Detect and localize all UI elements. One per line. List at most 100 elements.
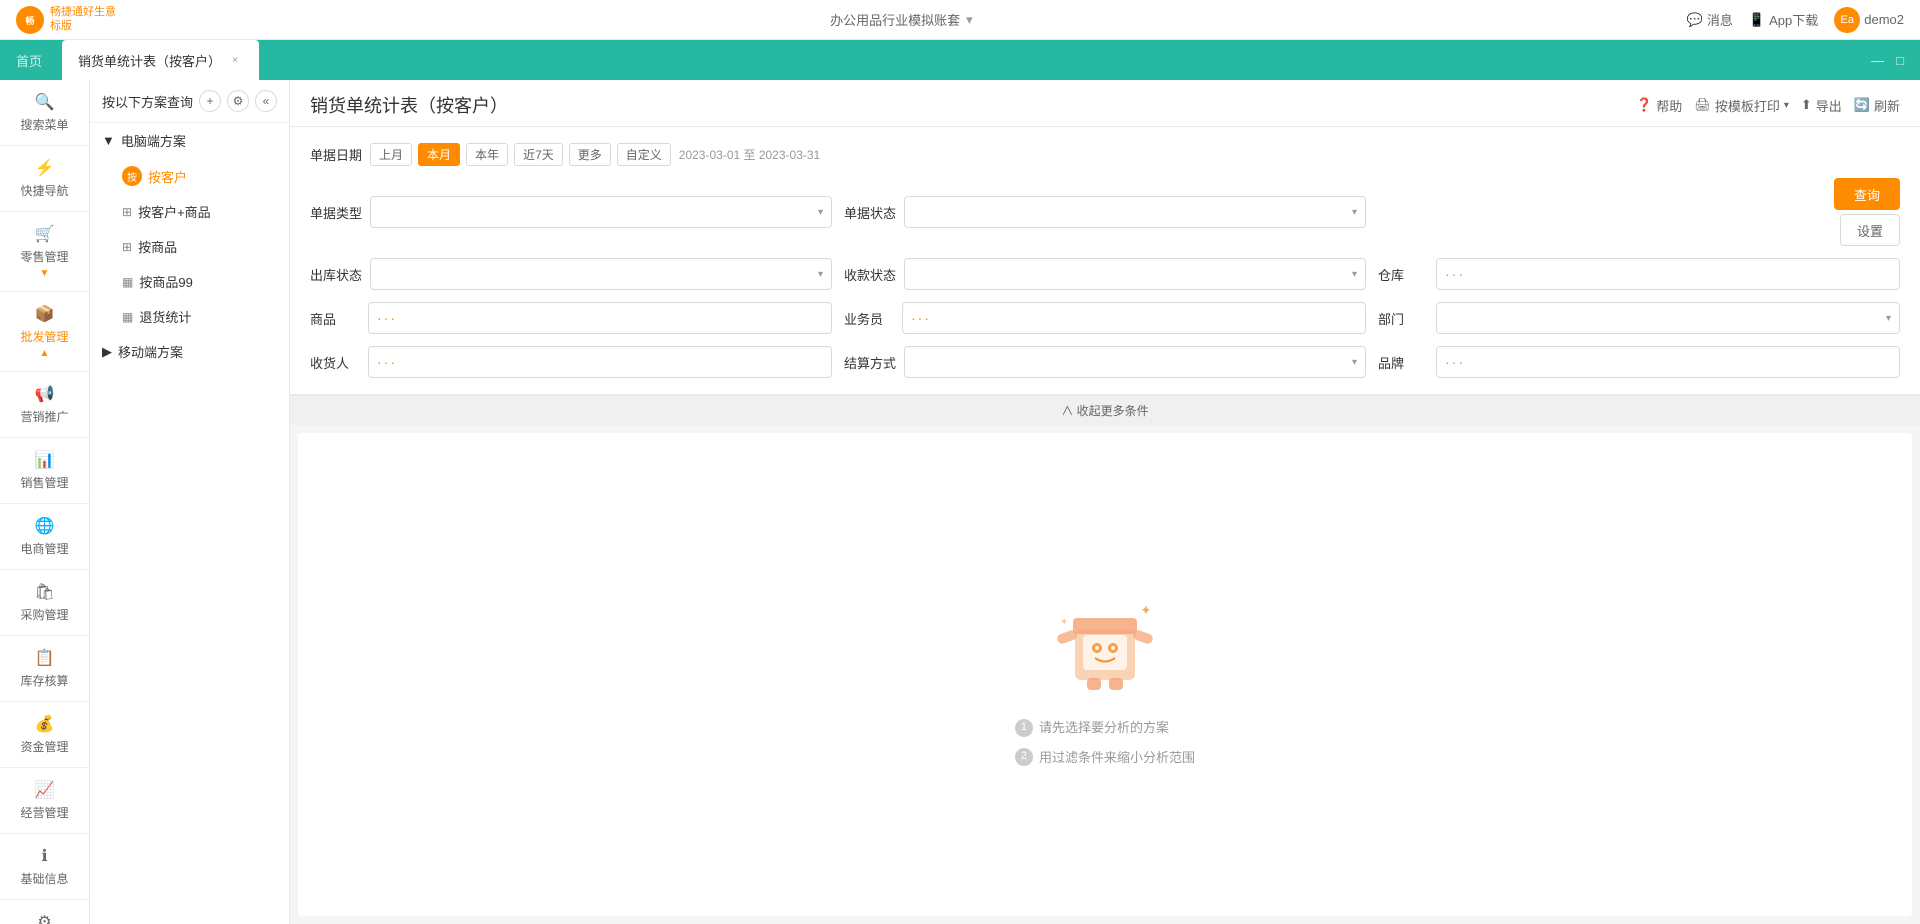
tab-home[interactable]: 首页 [0, 40, 58, 80]
filter-cell-salesman: 业务员 ··· [844, 302, 1366, 334]
tab-bar: 首页 销货单统计表（按客户） × — □ [0, 40, 1920, 80]
order-type-input[interactable]: ▾ [370, 196, 832, 228]
warehouse-label: 仓库 [1378, 265, 1428, 284]
tree-node-by-customer[interactable]: 按 按客户 [110, 158, 289, 194]
filter-grid-row2: 出库状态 ▾ 收款状态 ▾ [310, 258, 1900, 290]
date-btn-last-month[interactable]: 上月 [370, 143, 412, 166]
warehouse-input[interactable]: ··· [1436, 258, 1900, 290]
filter-grid-row4: 收货人 ··· 结算方式 ▾ [310, 346, 1900, 378]
tab-maximize-icon[interactable]: □ [1896, 53, 1904, 68]
bar-icon-2: ▦ [122, 310, 133, 324]
sidebar-item-basic[interactable]: ℹ 基础信息 [0, 834, 89, 900]
header-left: 畅 畅捷通好生意 标版 [16, 6, 116, 34]
help-btn[interactable]: ❓ 帮助 [1636, 96, 1682, 115]
date-btn-custom[interactable]: 自定义 [617, 143, 671, 166]
ecommerce-icon: 🌐 [8, 516, 81, 536]
brand-label: 品牌 [1378, 353, 1428, 372]
header-center: 办公用品行业模拟账套 ▾ [830, 10, 973, 29]
tree-node-by-goods99[interactable]: ▦ 按商品99 [110, 264, 289, 299]
logo-icon: 畅 [16, 6, 44, 34]
scheme-collapse-btn[interactable]: « [255, 90, 277, 112]
sidebar-item-retail[interactable]: 🛒 零售管理 ▼ [0, 212, 89, 292]
tree-node-return-stats[interactable]: ▦ 退货统计 [110, 299, 289, 334]
empty-text: 1 请先选择要分析的方案 2 用过滤条件来缩小分析范围 [1015, 716, 1195, 769]
tab-close-icon[interactable]: × [227, 52, 243, 68]
empty-state: ✦ ✦ 1 请先选择要分析的方案 2 用过滤条件来缩小分析范围 [298, 433, 1912, 916]
collapse-bar[interactable]: ∧ 收起更多条件 [290, 395, 1920, 425]
empty-illustration: ✦ ✦ [1045, 580, 1165, 700]
order-type-chevron: ▾ [818, 207, 823, 218]
page-title: 销货单统计表（按客户） [310, 92, 508, 118]
tree-group-expand-icon: ▼ [102, 133, 115, 148]
message-btn[interactable]: 💬 消息 [1687, 10, 1733, 29]
salesman-input[interactable]: ··· [902, 302, 1366, 334]
app-download-btn[interactable]: 📱 App下载 [1749, 10, 1818, 29]
refresh-btn[interactable]: 🔄 刷新 [1854, 96, 1900, 115]
date-btn-this-year[interactable]: 本年 [466, 143, 508, 166]
sidebar-item-finance[interactable]: 💰 资金管理 [0, 702, 89, 768]
sidebar-item-sales[interactable]: 📊 销售管理 [0, 438, 89, 504]
filter-area: 单据日期 上月 本月 本年 近7天 更多 自定义 2023-03-01 至 20… [290, 127, 1920, 395]
svg-text:✦: ✦ [1140, 602, 1152, 618]
bar-icon-1: ▦ [122, 275, 133, 289]
order-status-chevron: ▾ [1352, 207, 1357, 218]
receipt-status-input[interactable]: ▾ [904, 258, 1366, 290]
filter-cell-receipt-status: 收款状态 ▾ [844, 258, 1366, 290]
settings-button[interactable]: 设置 [1840, 214, 1900, 246]
tree-children-pc: 按 按客户 ⊞ 按客户+商品 ⊞ 按商品 ▦ 按商品99 ▦ 退货统计 [90, 158, 289, 334]
sidebar-item-wholesale[interactable]: 📦 批发管理 ▲ [0, 292, 89, 372]
filter-cell-order-status: 单据状态 ▾ [844, 196, 1366, 228]
receiver-input[interactable]: ··· [368, 346, 832, 378]
sidebar-item-shortcut[interactable]: ⚡ 快捷导航 [0, 146, 89, 212]
date-btn-more[interactable]: 更多 [569, 143, 611, 166]
sidebar-item-inventory[interactable]: 📋 库存核算 [0, 636, 89, 702]
sidebar-item-system[interactable]: ⚙ 系统管理 [0, 900, 89, 924]
template-print-btn[interactable]: 🖨 按模板打印 ▾ [1694, 96, 1789, 115]
main-content: 销货单统计表（按客户） ❓ 帮助 🖨 按模板打印 ▾ ⬆ 导出 [290, 80, 1920, 924]
settlement-input[interactable]: ▾ [904, 346, 1366, 378]
tab-active[interactable]: 销货单统计表（按客户） × [62, 40, 259, 80]
sidebar-item-purchase[interactable]: 🛍 采购管理 [0, 570, 89, 636]
order-status-input[interactable]: ▾ [904, 196, 1366, 228]
user-area[interactable]: Ea demo2 [1834, 7, 1904, 33]
avatar: Ea [1834, 7, 1860, 33]
order-type-label: 单据类型 [310, 203, 362, 222]
goods-input[interactable]: ··· [368, 302, 832, 334]
brand-input[interactable]: ··· [1436, 346, 1900, 378]
refresh-icon: 🔄 [1854, 97, 1870, 113]
tree-node-by-goods[interactable]: ⊞ 按商品 [110, 229, 289, 264]
scheme-add-btn[interactable]: + [199, 90, 221, 112]
scheme-panel-header: 按以下方案查询 + ⚙ « [90, 80, 289, 123]
filter-grid-row3: 商品 ··· 业务员 ··· [310, 302, 1900, 334]
sidebar-item-ecommerce[interactable]: 🌐 电商管理 [0, 504, 89, 570]
tab-right-actions: — □ [1871, 53, 1920, 68]
mobile-icon: 📱 [1749, 12, 1765, 28]
sidebar-item-operation[interactable]: 📈 经营管理 [0, 768, 89, 834]
settle-chevron: ▾ [1352, 357, 1357, 368]
basic-icon: ℹ [8, 846, 81, 866]
date-btn-this-month[interactable]: 本月 [418, 143, 460, 166]
department-input[interactable]: ▾ [1436, 302, 1900, 334]
filter-cell-settlement: 结算方式 ▾ [844, 346, 1366, 378]
tab-minimize-icon[interactable]: — [1871, 53, 1884, 68]
sidebar-item-marketing[interactable]: 📢 营销推广 [0, 372, 89, 438]
sidebar-item-search[interactable]: 🔍 搜索菜单 [0, 80, 89, 146]
goods-dots: ··· [377, 310, 397, 326]
print-icon: 🖨 [1694, 97, 1711, 113]
filter-cell-goods: 商品 ··· [310, 302, 832, 334]
tree-group-mobile[interactable]: ▶ 移动端方案 [90, 334, 289, 369]
order-status-label: 单据状态 [844, 203, 896, 222]
wholesale-icon: 📦 [8, 304, 81, 324]
tree-group-pc[interactable]: ▼ 电脑端方案 [90, 123, 289, 158]
scheme-settings-btn[interactable]: ⚙ [227, 90, 249, 112]
query-button[interactable]: 查询 [1834, 178, 1900, 210]
date-btn-7days[interactable]: 近7天 [514, 143, 563, 166]
export-btn[interactable]: ⬆ 导出 [1801, 96, 1842, 115]
print-chevron-icon: ▾ [1784, 100, 1789, 111]
shortcut-icon: ⚡ [8, 158, 81, 178]
tree-node-by-customer-goods[interactable]: ⊞ 按客户+商品 [110, 194, 289, 229]
out-status-input[interactable]: ▾ [370, 258, 832, 290]
industry-chevron[interactable]: ▾ [966, 12, 973, 28]
chevron-up-icon: ∧ [1061, 404, 1076, 418]
sales-icon: 📊 [8, 450, 81, 470]
